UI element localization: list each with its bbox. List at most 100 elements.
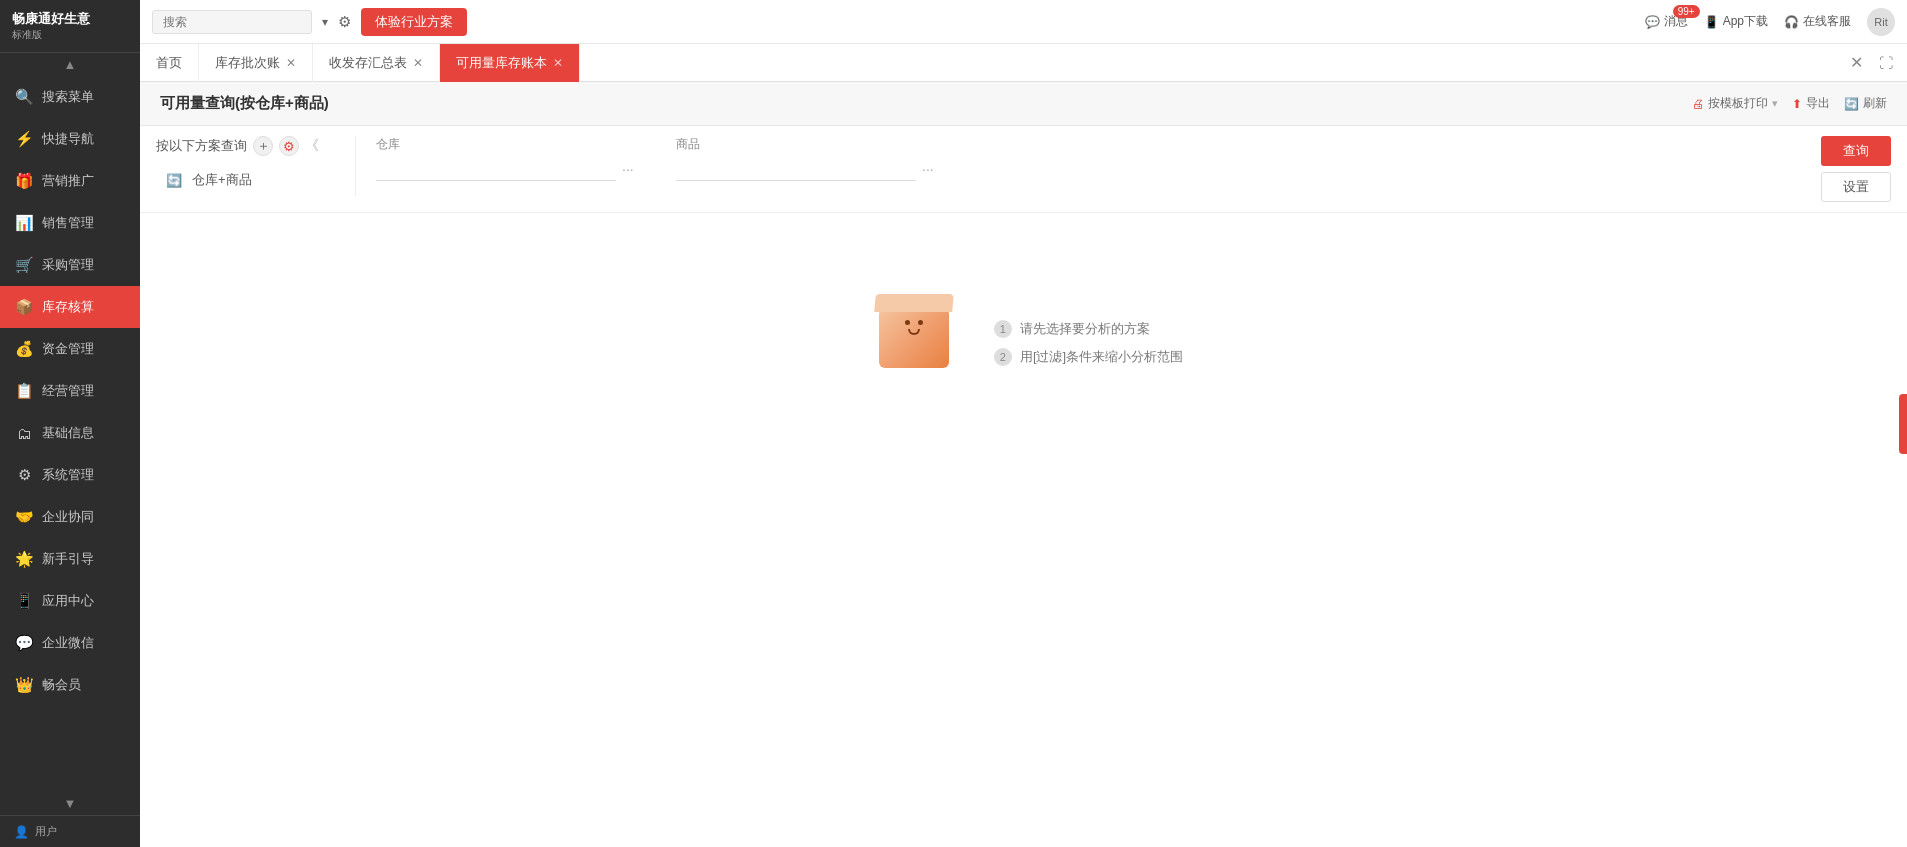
warehouse-input-row: ··· [376, 157, 656, 181]
tab-batch-account-close[interactable]: ✕ [286, 56, 296, 70]
refresh-label: 刷新 [1863, 95, 1887, 112]
sidebar-item-search[interactable]: 🔍 搜索菜单 [0, 76, 140, 118]
sidebar-item-label: 新手引导 [42, 550, 94, 568]
user-name: Rit [1874, 16, 1887, 28]
topbar-right: 💬 消息 99+ 📱 App下载 🎧 在线客服 Rit [1645, 8, 1895, 36]
chart-icon: 📊 [14, 213, 34, 233]
export-icon: ⬆ [1792, 97, 1802, 111]
refresh-icon: 🔄 [1844, 97, 1859, 111]
sidebar-item-vip[interactable]: 👑 畅会员 [0, 664, 140, 706]
goods-label: 商品 [676, 136, 956, 153]
scroll-up-arrow[interactable]: ▲ [0, 53, 140, 76]
mobile-icon: 📱 [14, 591, 34, 611]
app-download-label: App下载 [1723, 13, 1768, 30]
sidebar-item-label: 企业微信 [42, 634, 94, 652]
sidebar-item-label: 系统管理 [42, 466, 94, 484]
sidebar-item-label: 基础信息 [42, 424, 94, 442]
sidebar-item-finance[interactable]: 💰 资金管理 [0, 328, 140, 370]
tab-available-ledger-label: 可用量库存账本 [456, 54, 547, 72]
page-header-actions: 🖨 按模板打印 ▾ ⬆ 导出 🔄 刷新 [1692, 95, 1887, 112]
main-content: ▾ ⚙ 体验行业方案 💬 消息 99+ 📱 App下载 🎧 在线客服 Rit [140, 0, 1907, 847]
left-eye [905, 320, 910, 325]
hint-text-1: 请先选择要分析的方案 [1020, 320, 1150, 338]
message-button[interactable]: 💬 消息 99+ [1645, 13, 1688, 30]
dropdown-print-icon[interactable]: ▾ [1772, 97, 1778, 110]
filter-fields: 仓库 ··· 商品 ··· 查询 设置 [356, 136, 1891, 202]
goods-more-button[interactable]: ··· [922, 161, 934, 177]
tab-available-ledger[interactable]: 可用量库存账本 ✕ [440, 44, 580, 82]
sidebar-item-sales[interactable]: 📊 销售管理 [0, 202, 140, 244]
page-title: 可用量查询(按仓库+商品) [160, 94, 329, 113]
close-all-tabs-button[interactable]: ✕ [1844, 51, 1869, 74]
scroll-down-arrow[interactable]: ▼ [0, 792, 140, 815]
dropdown-arrow[interactable]: ▾ [322, 15, 328, 29]
sidebar-item-label: 经营管理 [42, 382, 94, 400]
tab-batch-account[interactable]: 库存批次账 ✕ [199, 44, 313, 82]
tabs-right-controls: ✕ ⛶ [1844, 51, 1907, 74]
tab-available-ledger-close[interactable]: ✕ [553, 56, 563, 70]
hint-text-2: 用[过滤]条件来缩小分析范围 [1020, 348, 1183, 366]
online-service-button[interactable]: 🎧 在线客服 [1784, 13, 1851, 30]
sidebar-item-inventory[interactable]: 📦 库存核算 [0, 286, 140, 328]
tab-receipt-summary[interactable]: 收发存汇总表 ✕ [313, 44, 440, 82]
service-icon: 🎧 [1784, 15, 1799, 29]
sidebar-item-purchase[interactable]: 🛒 采购管理 [0, 244, 140, 286]
sidebar-item-shortcut[interactable]: ⚡ 快捷导航 [0, 118, 140, 160]
tab-batch-account-label: 库存批次账 [215, 54, 280, 72]
right-eye [918, 320, 923, 325]
tab-home[interactable]: 首页 [140, 44, 199, 82]
user-avatar[interactable]: Rit [1867, 8, 1895, 36]
goods-input-row: ··· [676, 157, 956, 181]
sidebar-item-label: 资金管理 [42, 340, 94, 358]
person-icon: 👤 [14, 825, 29, 839]
sidebar-item-app-center[interactable]: 📱 应用中心 [0, 580, 140, 622]
sidebar-item-operations[interactable]: 📋 经营管理 [0, 370, 140, 412]
goods-input[interactable] [676, 157, 916, 181]
handshake-icon: 🤝 [14, 507, 34, 527]
query-button[interactable]: 查询 [1821, 136, 1891, 166]
add-scheme-button[interactable]: ＋ [253, 136, 273, 156]
scheme-section-label: 按以下方案查询 [156, 137, 247, 155]
tab-receipt-summary-label: 收发存汇总表 [329, 54, 407, 72]
sidebar-logo: 畅康通好生意 标准版 [0, 0, 140, 53]
printer-icon: 🖨 [1692, 97, 1704, 111]
empty-state: 1 请先选择要分析的方案 2 用[过滤]条件来缩小分析范围 [140, 213, 1907, 473]
sidebar-item-label: 采购管理 [42, 256, 94, 274]
money-icon: 💰 [14, 339, 34, 359]
industry-solution-button[interactable]: 体验行业方案 [361, 8, 467, 36]
sidebar: 畅康通好生意 标准版 ▲ 🔍 搜索菜单 ⚡ 快捷导航 🎁 营销推广 📊 销售管理… [0, 0, 140, 847]
expand-button[interactable]: ⛶ [1873, 53, 1899, 73]
tab-receipt-summary-close[interactable]: ✕ [413, 56, 423, 70]
hint-item-1: 1 请先选择要分析的方案 [994, 320, 1183, 338]
app-version: 标准版 [12, 28, 128, 42]
topbar: ▾ ⚙ 体验行业方案 💬 消息 99+ 📱 App下载 🎧 在线客服 Rit [140, 0, 1907, 44]
scheme-settings-button[interactable]: ⚙ [279, 136, 299, 156]
filter-panel: 按以下方案查询 ＋ ⚙ 《 🔄 仓库+商品 仓库 ··· [140, 126, 1907, 213]
search-input[interactable] [152, 10, 312, 34]
folder-icon: 🗂 [14, 423, 34, 443]
tab-home-label: 首页 [156, 54, 182, 72]
hint-num-2: 2 [994, 348, 1012, 366]
settings-gear-icon[interactable]: ⚙ [338, 13, 351, 31]
export-button[interactable]: ⬆ 导出 [1792, 95, 1830, 112]
sidebar-item-label: 应用中心 [42, 592, 94, 610]
sidebar-item-enterprise[interactable]: 🤝 企业协同 [0, 496, 140, 538]
empty-mouth [908, 329, 920, 335]
empty-illustration [864, 293, 964, 393]
sidebar-item-system[interactable]: ⚙ 系统管理 [0, 454, 140, 496]
settings-button[interactable]: 设置 [1821, 172, 1891, 202]
sidebar-item-label: 企业协同 [42, 508, 94, 526]
scheme-label: 仓库+商品 [192, 171, 252, 189]
sidebar-item-enterprise-wechat[interactable]: 💬 企业微信 [0, 622, 140, 664]
sidebar-item-basic-info[interactable]: 🗂 基础信息 [0, 412, 140, 454]
scheme-warehouse-goods[interactable]: 🔄 仓库+商品 [156, 164, 345, 196]
refresh-button[interactable]: 🔄 刷新 [1844, 95, 1887, 112]
filter-collapse-button[interactable]: 《 [305, 137, 319, 155]
sidebar-item-marketing[interactable]: 🎁 营销推广 [0, 160, 140, 202]
warehouse-more-button[interactable]: ··· [622, 161, 634, 177]
warehouse-input[interactable] [376, 157, 616, 181]
print-template-button[interactable]: 🖨 按模板打印 ▾ [1692, 95, 1778, 112]
app-download-button[interactable]: 📱 App下载 [1704, 13, 1768, 30]
sidebar-item-newbie[interactable]: 🌟 新手引导 [0, 538, 140, 580]
download-icon: 📱 [1704, 15, 1719, 29]
